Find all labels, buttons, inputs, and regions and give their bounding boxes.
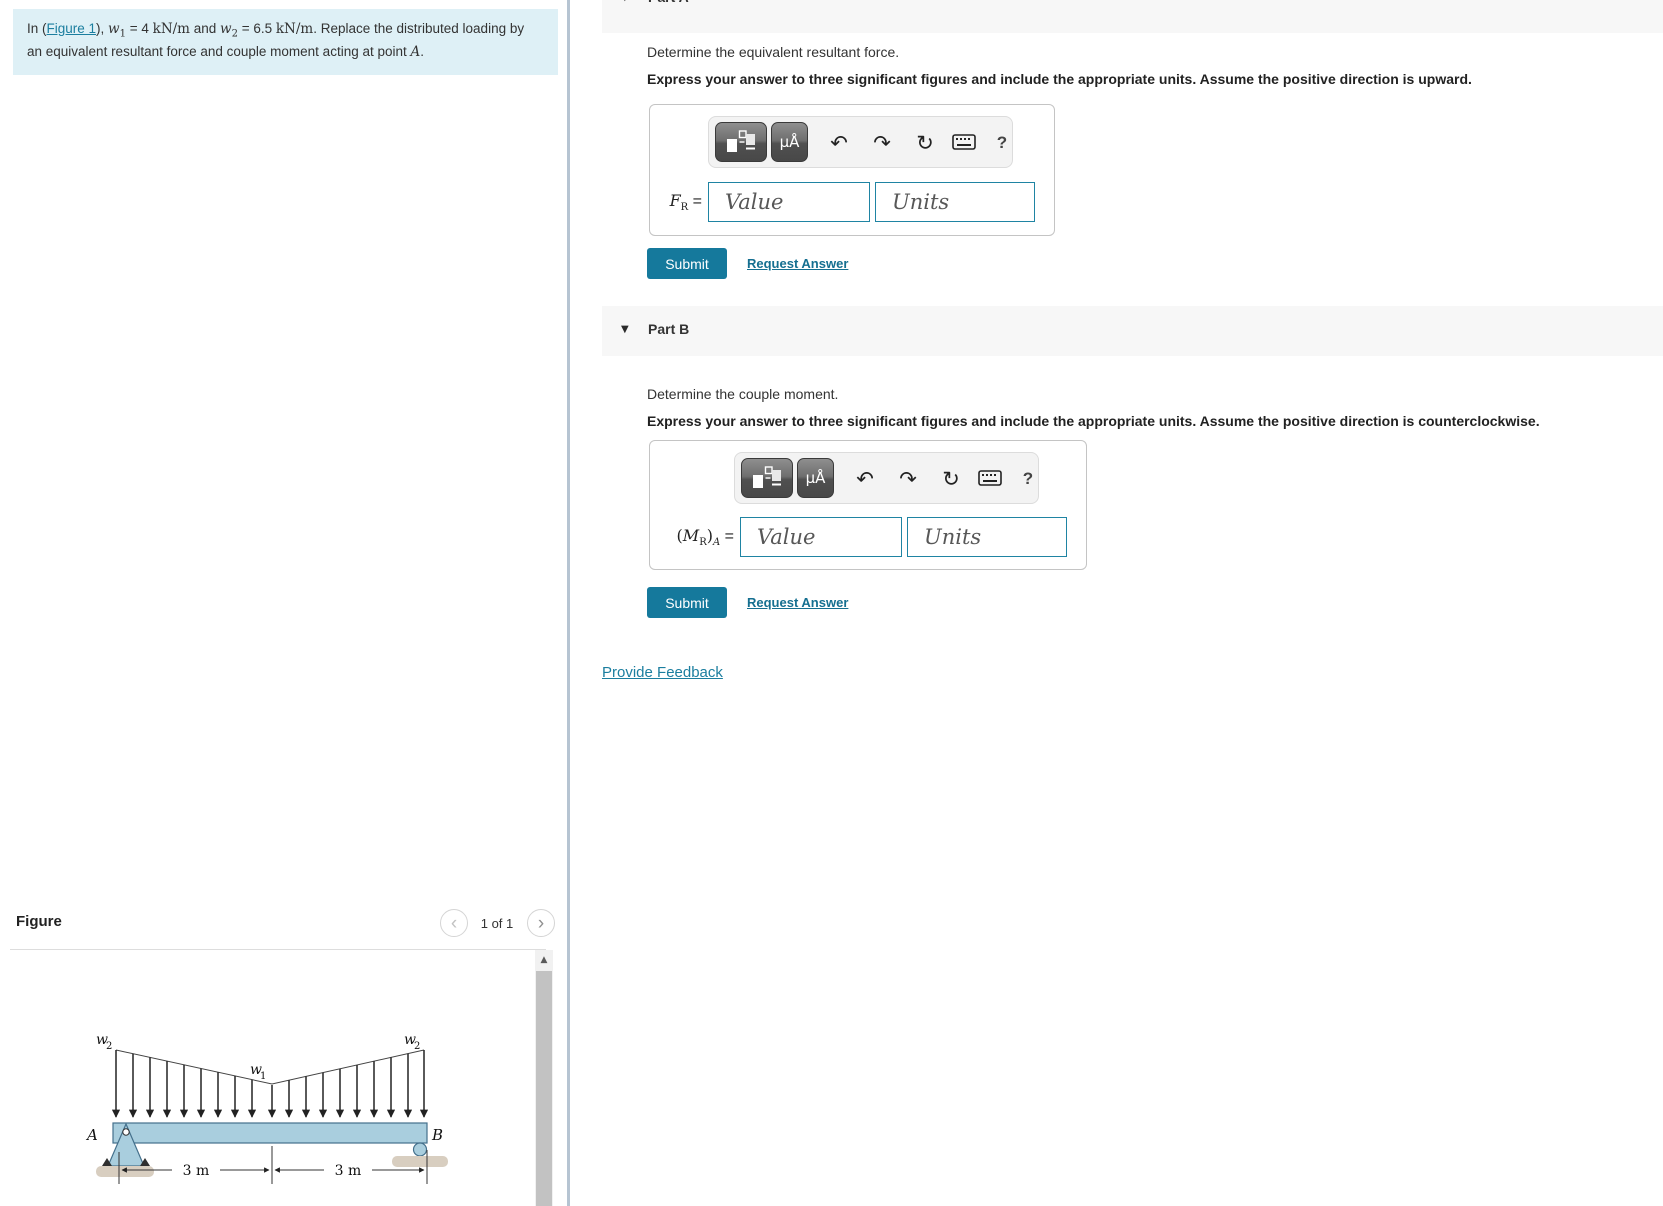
caret-down-icon: ▼ xyxy=(621,0,648,3)
keyboard-glyph xyxy=(952,134,976,150)
chevron-right-icon: › xyxy=(537,912,545,934)
figure-section-title: Figure xyxy=(16,913,62,930)
point-b-label: B xyxy=(431,1126,443,1144)
figure-page-indicator: 1 of 1 xyxy=(480,916,514,931)
redo-icon[interactable]: ↷ xyxy=(894,464,922,494)
mu-angstrom-icon: μÅ xyxy=(805,469,826,487)
equation-template-icon xyxy=(727,130,755,152)
right-panel: ▼ Part A Determine the equivalent result… xyxy=(573,0,1663,1206)
mu-angstrom-icon: μÅ xyxy=(779,133,800,151)
help-icon[interactable]: ? xyxy=(1014,464,1042,494)
units-symbols-button[interactable]: μÅ xyxy=(797,458,834,498)
problem-text: In ( xyxy=(27,21,47,36)
problem-text: = 6.5 xyxy=(237,21,276,36)
part-b-title: Part B xyxy=(648,321,690,337)
figure-divider xyxy=(10,949,546,950)
keyboard-glyph xyxy=(978,470,1002,486)
mr-subscript: R xyxy=(699,537,707,549)
scroll-up-icon[interactable]: ▲ xyxy=(535,952,553,968)
fr-answer-label: FR = xyxy=(658,191,702,213)
left-panel: In (Figure 1), w1 = 4 kN/m and w2 = 6.5 … xyxy=(0,0,570,1206)
unit-kn-m: kN/m xyxy=(152,21,190,37)
mr-answer-label: (MR)A = xyxy=(658,526,734,548)
scrollbar-thumb[interactable] xyxy=(536,971,552,1206)
keyboard-icon[interactable] xyxy=(976,464,1004,494)
units-input[interactable] xyxy=(907,517,1067,557)
caret-down-icon: ▼ xyxy=(621,323,629,335)
w1-sub: 1 xyxy=(260,1071,266,1082)
value-input[interactable] xyxy=(740,517,902,557)
submit-button-part-b[interactable]: Submit xyxy=(647,587,727,618)
part-a-title: Part A xyxy=(648,0,689,5)
equation-template-button[interactable] xyxy=(715,122,767,162)
undo-icon[interactable]: ↶ xyxy=(851,464,879,494)
figure-scrollbar[interactable]: ▲ xyxy=(535,950,553,1206)
figure-next-button[interactable]: › xyxy=(527,909,555,937)
w2-variable: w xyxy=(220,21,232,37)
part-a-answer-box: μÅ ↶ ↷ ↻ ? FR = xyxy=(649,104,1055,236)
equals-sign: = xyxy=(720,527,734,545)
part-b-answer-box: μÅ ↶ ↷ ↻ ? (MR)A = xyxy=(649,440,1087,570)
request-answer-link-part-a[interactable]: Request Answer xyxy=(747,256,848,271)
part-b-description: Determine the couple moment. xyxy=(647,386,839,402)
units-symbols-button[interactable]: μÅ xyxy=(771,122,808,162)
point-a-label: A xyxy=(85,1126,98,1144)
problem-text: = 4 xyxy=(125,21,153,36)
equation-toolbar: μÅ ↶ ↷ ↻ ? xyxy=(734,452,1039,504)
equation-template-button[interactable] xyxy=(741,458,793,498)
problem-text: and xyxy=(189,21,221,36)
keyboard-icon[interactable] xyxy=(950,128,978,158)
mastering-problem-page: In (Figure 1), w1 = 4 kN/m and w2 = 6.5 … xyxy=(0,0,1663,1206)
reset-icon[interactable]: ↻ xyxy=(911,128,939,158)
chevron-left-icon: ‹ xyxy=(450,912,458,934)
part-a-header[interactable]: ▼ Part A xyxy=(602,0,1663,33)
equation-toolbar: μÅ ↶ ↷ ↻ ? xyxy=(708,116,1013,168)
w2-left-sub: 2 xyxy=(106,1041,112,1052)
reset-icon[interactable]: ↻ xyxy=(937,464,965,494)
units-input[interactable] xyxy=(875,182,1035,222)
part-b-instruction: Express your answer to three significant… xyxy=(647,413,1540,429)
point-a-variable: A xyxy=(410,44,421,61)
w2-right-sub: 2 xyxy=(414,1041,420,1052)
value-input[interactable] xyxy=(708,182,870,222)
mr-variable: M xyxy=(682,525,700,545)
help-icon[interactable]: ? xyxy=(988,128,1016,158)
problem-text: . xyxy=(420,44,425,60)
dimension-left-label: 3 m xyxy=(183,1163,210,1179)
redo-icon[interactable]: ↷ xyxy=(868,128,896,158)
beam xyxy=(112,1122,428,1144)
figure-prev-button[interactable]: ‹ xyxy=(440,909,468,937)
submit-button-part-a[interactable]: Submit xyxy=(647,248,727,279)
unit-kn-m: kN/m xyxy=(275,21,314,37)
part-a-instruction: Express your answer to three significant… xyxy=(647,71,1472,87)
beam-figure: w 2 w 1 w 2 A B 3 m 3 m xyxy=(85,1032,448,1184)
part-a-description: Determine the equivalent resultant force… xyxy=(647,44,900,60)
equation-template-icon xyxy=(753,466,781,488)
figure-1-link[interactable]: Figure 1 xyxy=(47,21,97,36)
load-envelope xyxy=(115,1049,425,1085)
dimension-right-label: 3 m xyxy=(335,1163,362,1179)
problem-statement: In (Figure 1), w1 = 4 kN/m and w2 = 6.5 … xyxy=(13,9,558,75)
provide-feedback-link[interactable]: Provide Feedback xyxy=(602,664,723,681)
request-answer-link-part-b[interactable]: Request Answer xyxy=(747,595,848,610)
fr-variable: F xyxy=(669,190,681,210)
part-b-header[interactable]: ▼ Part B xyxy=(602,306,1663,356)
problem-text: ), xyxy=(96,21,109,36)
undo-icon[interactable]: ↶ xyxy=(825,128,853,158)
roller-support-b xyxy=(392,1142,448,1167)
dimension-lines xyxy=(118,1146,428,1184)
equals-sign: = xyxy=(688,192,702,210)
w1-variable: w xyxy=(108,21,120,37)
